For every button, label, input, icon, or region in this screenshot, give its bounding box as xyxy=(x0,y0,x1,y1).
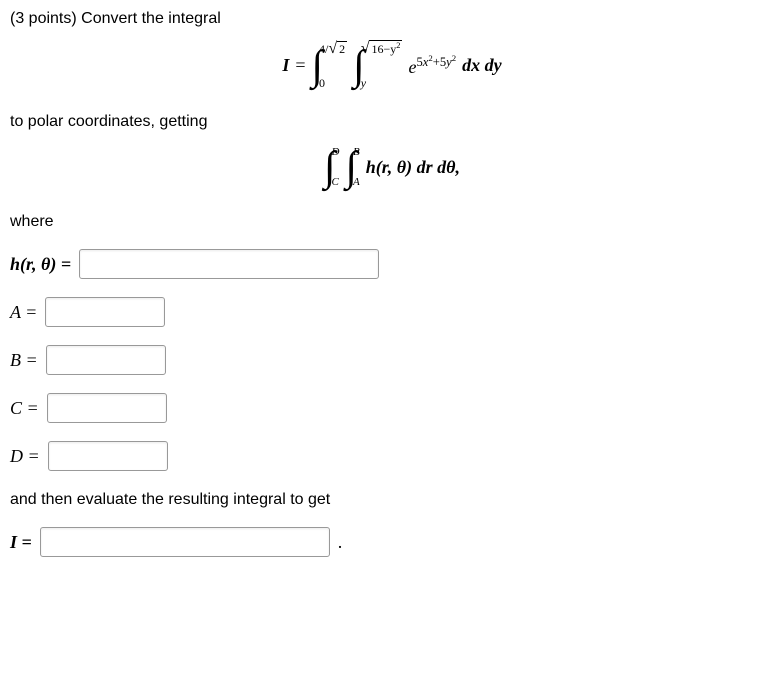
outer-upper-sqrt: 2 xyxy=(337,41,347,57)
input-I[interactable] xyxy=(40,527,330,557)
text-to-polar: to polar coordinates, getting xyxy=(10,113,774,131)
answer-row-A: A = xyxy=(10,297,774,327)
final-period: . xyxy=(338,532,343,553)
equation-lhs: I xyxy=(282,55,289,76)
answer-row-B: B = xyxy=(10,345,774,375)
text-where: where xyxy=(10,213,774,231)
label-I: I = xyxy=(10,532,32,553)
input-D[interactable] xyxy=(48,441,168,471)
input-C[interactable] xyxy=(47,393,167,423)
input-h[interactable] xyxy=(79,249,379,279)
answer-row-C: C = xyxy=(10,393,774,423)
polar-outer-integral: ∫ D C xyxy=(324,143,339,191)
polar-inner-integral: ∫ B A xyxy=(346,143,360,191)
label-h: h(r, θ) = xyxy=(10,254,71,275)
inner-integral: ∫ √16−y2 y xyxy=(353,40,402,91)
integrand-exponent: 5x2+5y2 xyxy=(416,55,456,69)
input-A[interactable] xyxy=(45,297,165,327)
answer-row-D: D = xyxy=(10,441,774,471)
label-C: C = xyxy=(10,398,39,419)
label-B: B = xyxy=(10,350,38,371)
answer-row-h: h(r, θ) = xyxy=(10,249,774,279)
integrand: e5x2+5y2 xyxy=(408,53,456,78)
equation-polar-integral: ∫ D C ∫ B A h(r, θ) dr dθ, xyxy=(10,143,774,191)
label-A: A = xyxy=(10,302,37,323)
text-and-then: and then evaluate the resulting integral… xyxy=(10,491,774,509)
equation-original-integral: I = ∫ 4/√2 0 ∫ √16−y2 y e5x2+5y2 dx dy xyxy=(10,40,774,91)
input-B[interactable] xyxy=(46,345,166,375)
problem-intro: (3 points) Convert the integral xyxy=(10,10,774,28)
inner-upper-sqrt: 16−y2 xyxy=(369,40,402,57)
dx-dy: dx dy xyxy=(462,55,502,76)
polar-integrand: h(r, θ) dr dθ, xyxy=(366,157,460,178)
answer-row-I: I = . xyxy=(10,527,774,557)
label-D: D = xyxy=(10,446,40,467)
equals-sign: = xyxy=(295,55,305,76)
outer-integral: ∫ 4/√2 0 xyxy=(312,40,348,91)
